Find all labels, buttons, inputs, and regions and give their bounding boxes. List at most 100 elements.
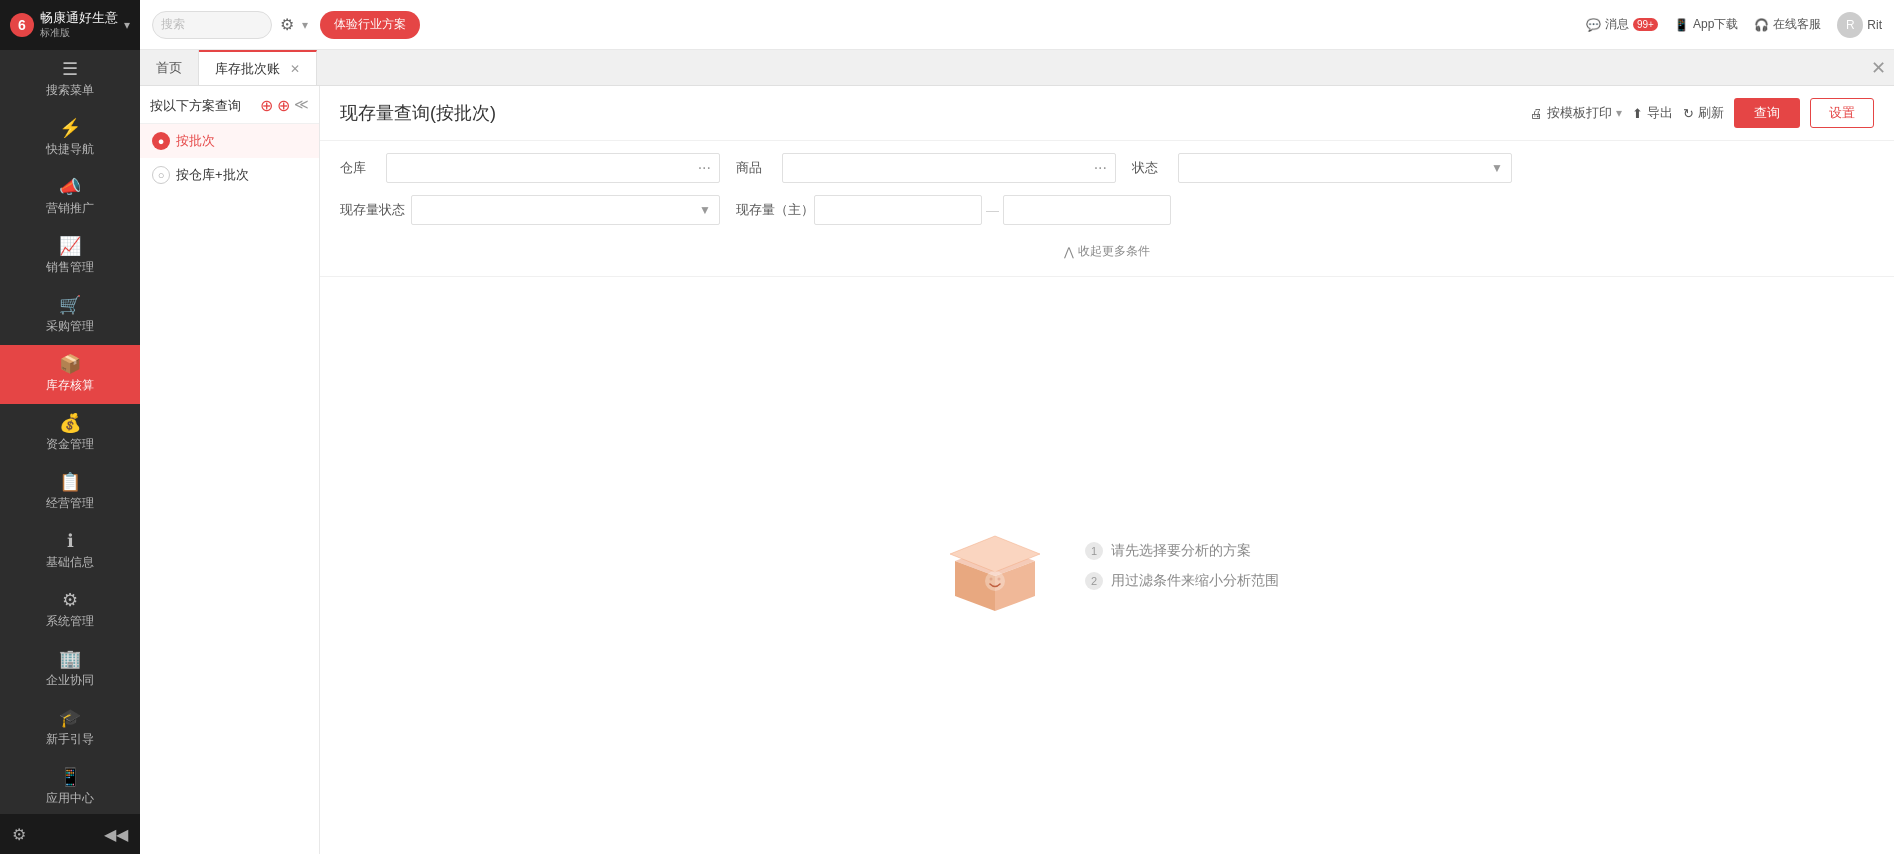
topbar-right: 💬 消息 99+ 📱 App下载 🎧 在线客服 R Rit [1586,12,1882,38]
sidebar-item-basic-info[interactable]: ℹ 基础信息 [0,522,140,581]
online-service-btn[interactable]: 🎧 在线客服 [1754,16,1821,33]
sidebar-item-label-search: 搜索菜单 [46,82,94,99]
warehouse-dots-icon[interactable]: ··· [698,159,711,177]
collapse-sidebar-icon[interactable]: ◀◀ [104,825,128,844]
collapse-scheme-icon[interactable]: ≪ [294,96,309,115]
user-name: Rit [1867,18,1882,32]
scheme-header-label: 按以下方案查询 [150,97,241,115]
sidebar-item-label-app-center: 应用中心 [46,790,94,807]
main-area: 搜索 ⚙ ▾ 体验行业方案 💬 消息 99+ 📱 App下载 🎧 在线客服 R [140,0,1894,854]
tab-close-icon[interactable]: ✕ [290,62,300,76]
status-chevron-icon: ▼ [1491,161,1503,175]
filter-product: 商品 ··· [736,153,1116,183]
range-separator: — [986,203,999,218]
sidebar-item-label-purchase: 采购管理 [46,318,94,335]
sidebar-item-inventory[interactable]: 📦 库存核算 [0,345,140,404]
app-download-label: App下载 [1693,16,1738,33]
refresh-icon: ↻ [1683,106,1694,121]
stock-amount-to[interactable] [1003,195,1171,225]
stock-amount-from[interactable] [814,195,982,225]
scheme-item-batch[interactable]: ● 按批次 [140,124,319,158]
message-btn[interactable]: 💬 消息 99+ [1586,16,1658,33]
sidebar-item-label-inventory: 库存核算 [46,377,94,394]
sidebar-item-system[interactable]: ⚙ 系统管理 [0,581,140,640]
sidebar-item-finance[interactable]: 💰 资金管理 [0,404,140,463]
query-button[interactable]: 查询 [1734,98,1800,128]
stock-status-select[interactable]: ▼ [411,195,720,225]
sidebar-item-marketing[interactable]: 📣 营销推广 [0,168,140,227]
product-input-box[interactable]: ··· [782,153,1116,183]
system-icon: ⚙ [62,591,78,609]
sidebar-item-sales[interactable]: 📈 销售管理 [0,227,140,286]
collapse-label: 收起更多条件 [1078,243,1150,260]
product-dots-icon[interactable]: ··· [1094,159,1107,177]
tabbar-right: ✕ [1871,50,1894,85]
user-avatar[interactable]: R Rit [1837,12,1882,38]
scheme-panel: 按以下方案查询 ⊕ ⊕ ≪ ● 按批次 ○ 按仓库+批次 [140,86,320,854]
search-placeholder: 搜索 [161,16,185,33]
online-service-label: 在线客服 [1773,16,1821,33]
scheme-settings-icon[interactable]: ⊕ [277,96,290,115]
stock-status-chevron-icon: ▼ [699,203,711,217]
scheme-header: 按以下方案查询 ⊕ ⊕ ≪ [140,86,319,124]
status-select[interactable]: ▼ [1178,153,1512,183]
tab-home-label: 首页 [156,59,182,77]
tab-home[interactable]: 首页 [140,50,199,85]
product-input[interactable] [791,161,1090,175]
sidebar-header: 6 畅康通好生意 标准版 ▾ [0,0,140,50]
print-dropdown-icon[interactable]: ▾ [1616,106,1622,120]
sidebar-item-app-center[interactable]: 📱 应用中心 [0,758,140,814]
message-badge: 99+ [1633,18,1658,31]
export-label: 导出 [1647,104,1673,122]
topbar-search-box[interactable]: 搜索 [152,11,272,39]
filter-stock-status: 现存量状态 ▼ [340,195,720,225]
app-download-btn[interactable]: 📱 App下载 [1674,16,1738,33]
industry-trial-button[interactable]: 体验行业方案 [320,11,420,39]
hint-num-1: 1 [1085,542,1103,560]
sidebar-item-label-basic-info: 基础信息 [46,554,94,571]
print-template-btn[interactable]: 🖨 按模板打印 ▾ [1530,104,1622,122]
sidebar-item-quick-nav[interactable]: ⚡ 快捷导航 [0,109,140,168]
sidebar-item-enterprise[interactable]: 🏢 企业协同 [0,640,140,699]
topbar: 搜索 ⚙ ▾ 体验行业方案 💬 消息 99+ 📱 App下载 🎧 在线客服 R [140,0,1894,50]
topbar-dropdown-icon[interactable]: ▾ [124,18,130,32]
enterprise-icon: 🏢 [59,650,81,668]
add-scheme-icon[interactable]: ⊕ [260,96,273,115]
warehouse-input[interactable] [395,161,694,175]
scheme-item-batch-label: 按批次 [176,132,215,150]
collapse-bar[interactable]: ⋀ 收起更多条件 [340,237,1874,264]
refresh-btn[interactable]: ↻ 刷新 [1683,104,1724,122]
filter-warehouse: 仓库 ··· [340,153,720,183]
sidebar-bottom: ⚙ ◀◀ [0,814,140,854]
scheme-item-warehouse-batch[interactable]: ○ 按仓库+批次 [140,158,319,192]
app-center-icon: 📱 [59,768,81,786]
right-content: 现存量查询(按批次) 🖨 按模板打印 ▾ ⬆ 导出 ↻ 刷新 [320,86,1894,854]
sidebar-item-purchase[interactable]: 🛒 采购管理 [0,286,140,345]
svg-point-6 [998,577,1001,580]
sidebar-item-operation[interactable]: 📋 经营管理 [0,463,140,522]
operation-icon: 📋 [59,473,81,491]
sidebar-item-search[interactable]: ☰ 搜索菜单 [0,50,140,109]
collapse-icon: ⋀ [1064,245,1074,259]
filter-stock-amount: 现存量（主） — [736,195,1116,225]
tabbar: 首页 库存批次账 ✕ ✕ [140,50,1894,86]
tab-close-all-icon[interactable]: ✕ [1871,57,1886,79]
empty-illustration [935,506,1055,626]
title-right-actions: 🖨 按模板打印 ▾ ⬆ 导出 ↻ 刷新 查询 设置 [1530,98,1874,128]
sidebar-item-newbie[interactable]: 🎓 新手引导 [0,699,140,758]
sidebar-item-label-enterprise: 企业协同 [46,672,94,689]
filter-row-1: 仓库 ··· 商品 ··· 状态 [340,153,1874,183]
dropdown-arrow-icon[interactable]: ▾ [302,18,308,32]
warehouse-input-box[interactable]: ··· [386,153,720,183]
export-btn[interactable]: ⬆ 导出 [1632,104,1673,122]
settings-icon[interactable]: ⚙ [12,825,26,844]
marketing-icon: 📣 [59,178,81,196]
settings-gear-icon[interactable]: ⚙ [280,15,294,34]
svg-point-4 [985,571,1005,591]
settings-button[interactable]: 设置 [1810,98,1874,128]
export-icon: ⬆ [1632,106,1643,121]
app-subtitle: 标准版 [40,26,118,40]
tab-inventory-batch[interactable]: 库存批次账 ✕ [199,50,317,85]
search-menu-icon: ☰ [62,60,78,78]
app-download-icon: 📱 [1674,18,1689,32]
